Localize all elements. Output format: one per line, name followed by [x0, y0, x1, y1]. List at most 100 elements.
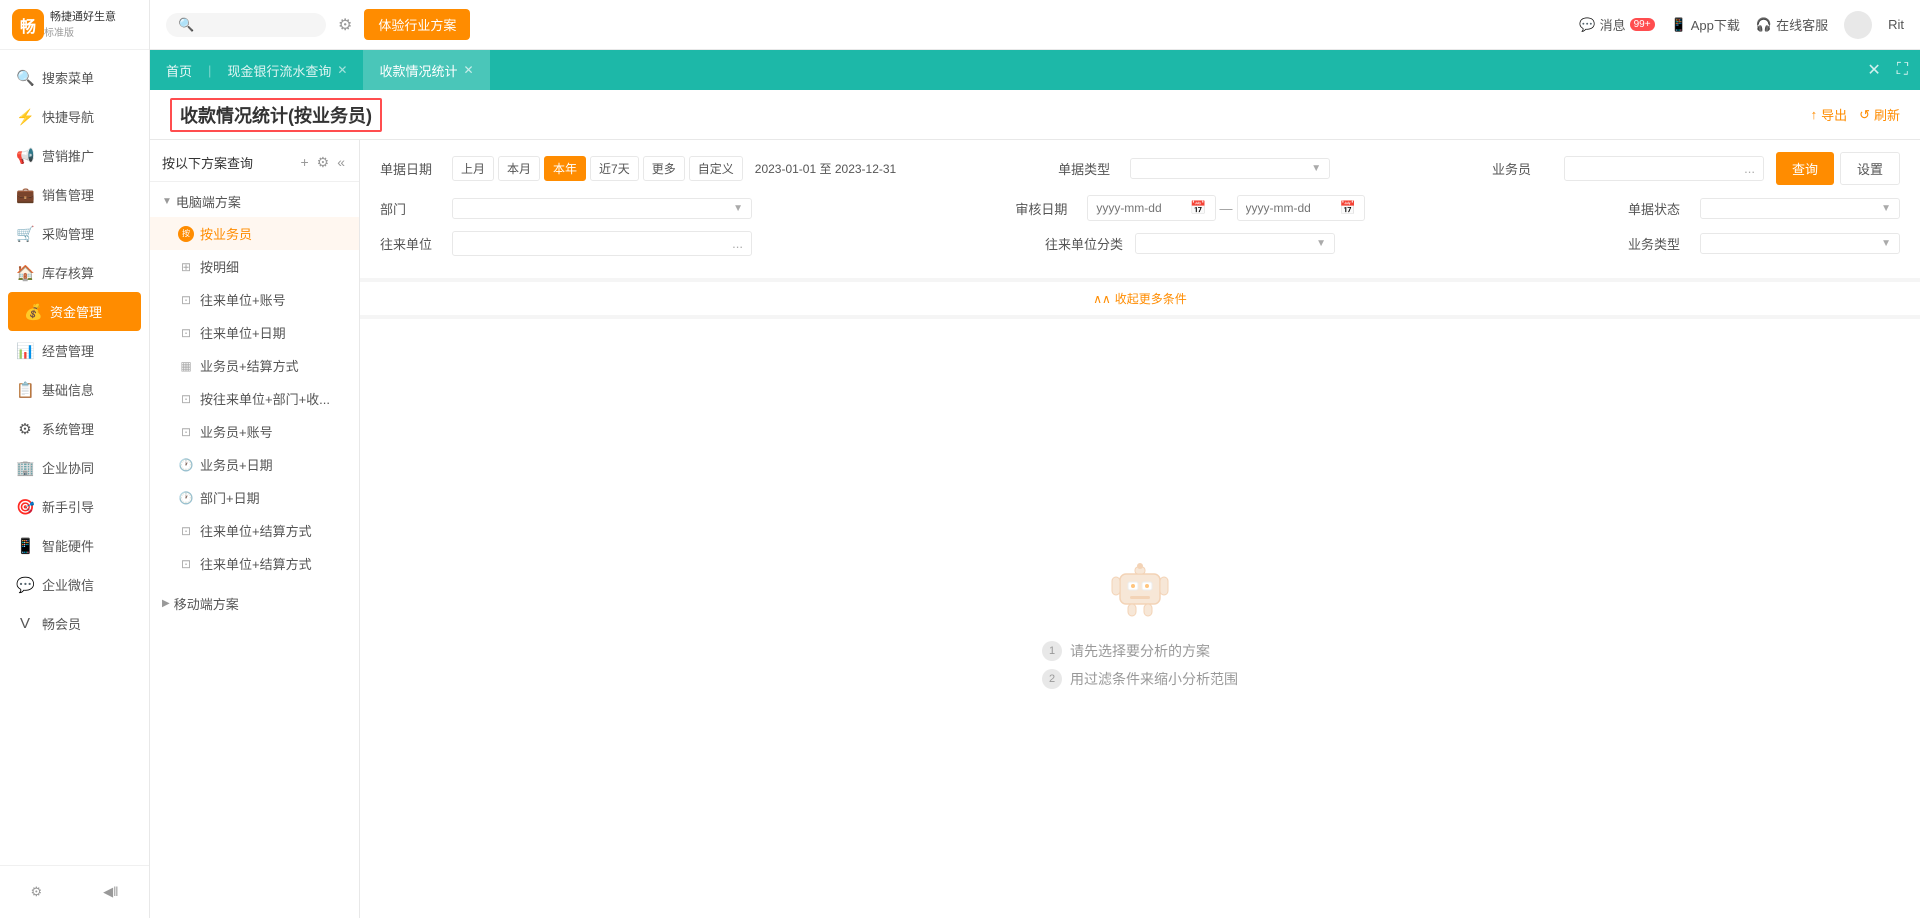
schema-item-sales-account[interactable]: ⊡ 业务员+账号 [150, 415, 359, 448]
gear-icon[interactable]: ⚙ [334, 11, 356, 39]
app-download-btn[interactable]: 📱 App下载 [1671, 15, 1740, 34]
mobile-group-header[interactable]: ▶ 移动端方案 [150, 588, 359, 619]
salesperson-more-btn[interactable]: ... [1744, 161, 1755, 176]
date-btn-last-month[interactable]: 上月 [452, 156, 494, 181]
purchase-icon: 🛒 [16, 225, 34, 243]
schema-item-dept-date[interactable]: 🕐 部门+日期 [150, 481, 359, 514]
doc-type-select[interactable]: ▼ [1130, 158, 1330, 179]
step-num-1: 1 [1042, 641, 1062, 661]
schema-item-partner-account[interactable]: ⊡ 往来单位+账号 [150, 283, 359, 316]
user-avatar[interactable] [1844, 11, 1872, 39]
topbar-left: 🔍 ⚙ 体验行业方案 [166, 9, 470, 40]
sales-icon: 💼 [16, 186, 34, 204]
sidebar-item-system[interactable]: ⚙ 系统管理 [0, 409, 149, 448]
collapse-more-btn[interactable]: ∧∧ 收起更多条件 [360, 282, 1920, 315]
tab-label-collection: 收款情况统计 [379, 61, 457, 80]
empty-step-1: 1 请先选择要分析的方案 [1042, 641, 1238, 661]
system-icon: ⚙ [16, 420, 34, 438]
filter-settings-button[interactable]: 设置 [1840, 152, 1900, 185]
date-btn-7days[interactable]: 近7天 [590, 156, 639, 181]
chevron-down-icon: ▼ [162, 196, 172, 207]
sidebar-label-purchase: 采购管理 [42, 224, 94, 243]
search-box[interactable]: 🔍 [166, 13, 326, 37]
main-content: 🔍 ⚙ 体验行业方案 💬 消息 99+ 📱 App下载 🎧 在线客服 Rit [150, 0, 1920, 918]
sidebar-item-guide[interactable]: 🎯 新手引导 [0, 487, 149, 526]
date-btn-custom[interactable]: 自定义 [689, 156, 743, 181]
message-btn[interactable]: 💬 消息 99+ [1579, 15, 1654, 34]
audit-date-from-input[interactable] [1096, 201, 1186, 215]
schema-item-detail[interactable]: ⊞ 按明细 [150, 250, 359, 283]
sidebar-item-enterprise[interactable]: 🏢 企业协同 [0, 448, 149, 487]
sidebar-item-inventory[interactable]: 🏠 库存核算 [0, 253, 149, 292]
sidebar-label-enterprise: 企业协同 [42, 458, 94, 477]
desktop-group-header[interactable]: ▼ 电脑端方案 [150, 186, 359, 217]
dept-select[interactable]: ▼ [452, 198, 752, 219]
sidebar-label-sales: 销售管理 [42, 185, 94, 204]
sidebar-settings-btn[interactable]: ⚙ [14, 876, 58, 908]
filter-row-3: 往来单位 ... 往来单位分类 ▼ 业务类型 ▼ [380, 231, 1900, 256]
audit-date-to-input[interactable] [1246, 201, 1336, 215]
doc-status-label: 单据状态 [1628, 199, 1688, 218]
service-icon: 🎧 [1756, 17, 1772, 33]
tab-cash-flow[interactable]: 现金银行流水查询 ✕ [211, 50, 363, 90]
export-icon: ↑ [1811, 107, 1818, 122]
refresh-button[interactable]: ↺ 刷新 [1859, 105, 1900, 124]
tab-close-cash[interactable]: ✕ [337, 63, 347, 77]
sidebar-collapse-btn[interactable]: ◀‖ [87, 876, 134, 908]
calendar-icon2: 📅 [1340, 200, 1356, 216]
search-icon: 🔍 [178, 17, 194, 33]
schema-item-partner-settle2[interactable]: ⊡ 往来单位+结算方式 [150, 547, 359, 580]
date-btn-more[interactable]: 更多 [643, 156, 685, 181]
sidebar-item-search[interactable]: 🔍 搜索菜单 [0, 58, 149, 97]
sidebar-item-marketing[interactable]: 📢 营销推广 [0, 136, 149, 175]
tab-close-collection[interactable]: ✕ [464, 63, 474, 77]
action-buttons: 查询 设置 [1776, 152, 1900, 185]
audit-date-to[interactable]: 📅 [1237, 195, 1365, 221]
close-window-btn[interactable]: ✕ [1863, 56, 1884, 84]
doc-status-arrow: ▼ [1881, 203, 1891, 214]
schema-item-sales-date[interactable]: 🕐 业务员+日期 [150, 448, 359, 481]
schema-item-partner-dept[interactable]: ⊡ 按往来单位+部门+收... [150, 382, 359, 415]
filter-row-2: 部门 ▼ 审核日期 📅 — [380, 195, 1900, 221]
schema-label-sales-date: 业务员+日期 [200, 455, 273, 474]
sidebar-label-wechat: 企业微信 [42, 575, 94, 594]
sidebar-item-wechat[interactable]: 💬 企业微信 [0, 565, 149, 604]
collapse-panel-btn[interactable]: « [335, 152, 347, 173]
partner-cat-select[interactable]: ▼ [1135, 233, 1335, 254]
app-label: App下载 [1691, 15, 1740, 34]
online-service-btn[interactable]: 🎧 在线客服 [1756, 15, 1828, 34]
query-button[interactable]: 查询 [1776, 152, 1834, 185]
schema-item-salesperson[interactable]: 按 按业务员 [150, 217, 359, 250]
sidebar-item-purchase[interactable]: 🛒 采购管理 [0, 214, 149, 253]
sidebar-label-system: 系统管理 [42, 419, 94, 438]
maximize-window-btn[interactable]: ⛶ [1893, 57, 1912, 83]
left-panel: 按以下方案查询 + ⚙ « ▼ 电脑端方案 按 按业务员 ⊞ [150, 140, 360, 918]
partner-more-btn[interactable]: ... [732, 236, 743, 251]
sidebar-item-finance[interactable]: 💰 资金管理 [8, 292, 141, 331]
tab-home[interactable]: 首页 [150, 61, 208, 80]
sidebar-item-business[interactable]: 📊 经营管理 [0, 331, 149, 370]
left-panel-actions: + ⚙ « [298, 152, 347, 173]
sidebar-item-member[interactable]: V 畅会员 [0, 604, 149, 643]
schema-item-partner-settle1[interactable]: ⊡ 往来单位+结算方式 [150, 514, 359, 547]
date-btn-this-month[interactable]: 本月 [498, 156, 540, 181]
add-schema-btn[interactable]: + [298, 152, 310, 173]
tab-collection-stats[interactable]: 收款情况统计 ✕ [363, 50, 489, 90]
trial-button[interactable]: 体验行业方案 [364, 9, 470, 40]
sidebar-item-sales[interactable]: 💼 销售管理 [0, 175, 149, 214]
export-button[interactable]: ↑ 导出 [1811, 105, 1848, 124]
schema-item-sales-settle[interactable]: ▦ 业务员+结算方式 [150, 349, 359, 382]
schema-item-partner-date[interactable]: ⊡ 往来单位+日期 [150, 316, 359, 349]
audit-date-from[interactable]: 📅 [1087, 195, 1215, 221]
sidebar-item-hardware[interactable]: 📱 智能硬件 [0, 526, 149, 565]
date-btn-this-year[interactable]: 本年 [544, 156, 586, 181]
sidebar-item-quicknav[interactable]: ⚡ 快捷导航 [0, 97, 149, 136]
doc-status-select[interactable]: ▼ [1700, 198, 1900, 219]
salesperson-icon: 按 [178, 226, 194, 242]
marketing-icon: 📢 [16, 147, 34, 165]
schema-settings-btn[interactable]: ⚙ [315, 152, 332, 173]
sidebar-item-basic[interactable]: 📋 基础信息 [0, 370, 149, 409]
biz-type-select[interactable]: ▼ [1700, 233, 1900, 254]
message-badge: 99+ [1630, 18, 1655, 31]
schema-label-partner-settle1: 往来单位+结算方式 [200, 521, 312, 540]
